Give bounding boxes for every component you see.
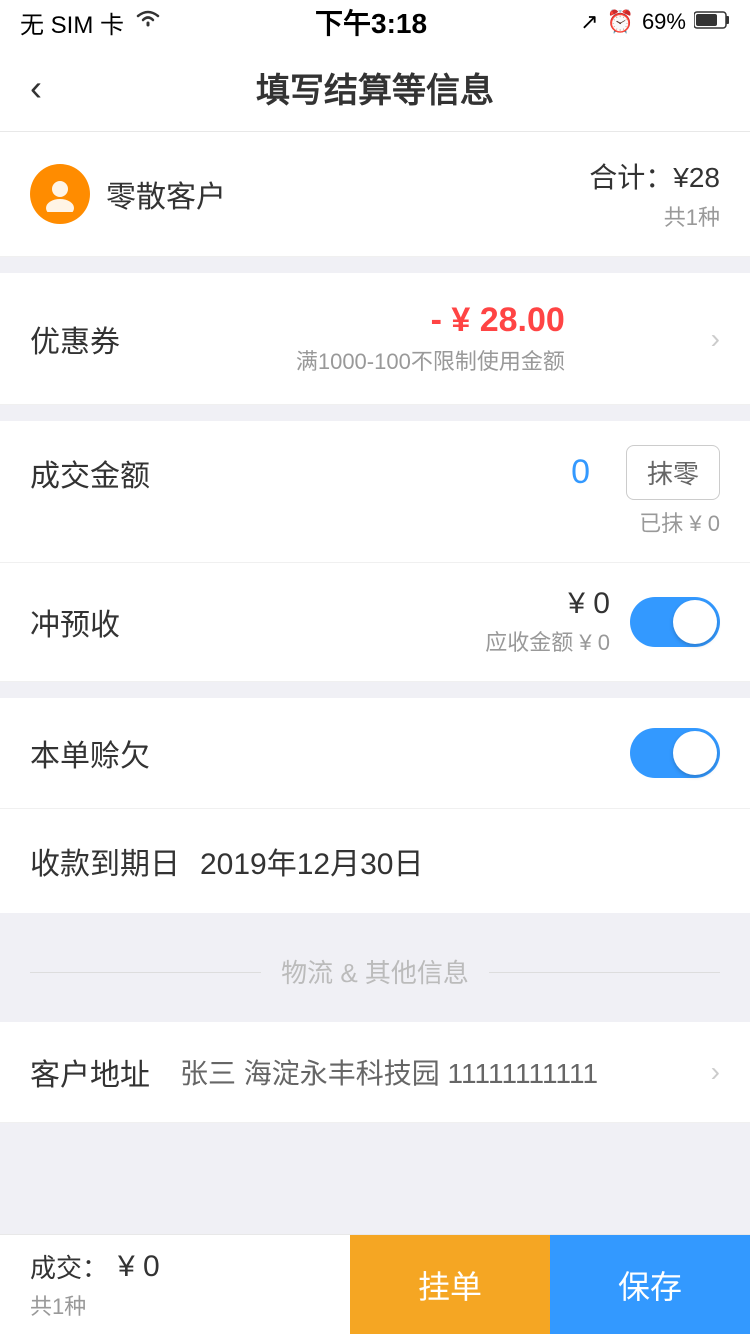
separator-4 [0,913,750,929]
customer-total: 合计：¥28 [589,156,720,196]
debt-toggle-thumb [673,731,717,775]
signal-text: 无 SIM 卡 [20,5,124,40]
status-bar: 无 SIM 卡 下午3:18 ↗ ⏰ 69% [0,0,750,44]
separator-2 [0,405,750,421]
deal-amount-section: 成交金额 0 抹零 已抹 ¥ 0 [0,421,750,563]
prereceive-amount: ¥ 0 [485,587,610,621]
debt-label: 本单赊欠 [30,731,150,775]
address-label: 客户地址 [30,1050,150,1094]
debt-row: 本单赊欠 [0,698,750,809]
debt-toggle[interactable] [630,728,720,778]
separator-3 [0,682,750,698]
erased-label: 已抹 ¥ 0 [639,506,720,538]
wifi-icon [134,8,162,36]
separator-5 [0,1014,750,1022]
address-row[interactable]: 客户地址 张三 海淀永丰科技园 11111111111 › [0,1022,750,1123]
prereceive-row: 冲预收 ¥ 0 应收金额 ¥ 0 [0,563,750,682]
prereceive-amounts: ¥ 0 应收金额 ¥ 0 [485,587,610,657]
battery-icon [694,9,730,35]
bottom-count: 共1种 [30,1289,320,1321]
location-icon: ↗ [580,9,598,35]
toggle-thumb [673,600,717,644]
avatar [30,164,90,224]
due-date-label: 收款到期日 [30,839,180,883]
coupon-row[interactable]: 优惠券 - ¥ 28.00 满1000-100不限制使用金额 › [0,273,750,405]
deal-amount-label: 成交金额 [30,451,150,495]
deal-amount-value[interactable]: 0 [470,453,590,492]
coupon-label: 优惠券 [30,317,150,361]
nav-bar: ‹ 填写结算等信息 [0,44,750,132]
round-zero-button[interactable]: 抹零 [626,445,720,500]
status-left: 无 SIM 卡 [20,5,162,40]
due-date-row: 收款到期日 2019年12月30日 [0,809,750,913]
separator-1 [0,257,750,273]
bottom-deal-row: 成交： ¥ 0 [30,1248,320,1285]
prereceive-label: 冲预收 [30,600,150,644]
deal-row-bottom: 已抹 ¥ 0 [30,506,720,538]
deal-row-top: 成交金额 0 抹零 [30,445,720,500]
customer-count: 共1种 [589,200,720,232]
coupon-info: - ¥ 28.00 满1000-100不限制使用金额 [296,301,565,376]
battery-text: 69% [642,9,686,35]
coupon-discount-amount: - ¥ 28.00 [296,301,565,340]
deal-amount-right: 0 抹零 [150,445,720,500]
chevron-right-icon: › [711,323,720,355]
content: 零散客户 合计：¥28 共1种 优惠券 - ¥ 28.00 满1000-100不… [0,132,750,1243]
back-button[interactable]: ‹ [30,67,42,109]
address-chevron-icon: › [711,1056,720,1088]
bottom-deal-amount: ¥ 0 [118,1250,160,1284]
status-right: ↗ ⏰ 69% [580,9,730,35]
status-time: 下午3:18 [315,2,427,42]
prereceive-toggle[interactable] [630,597,720,647]
prereceive-receivable: 应收金额 ¥ 0 [485,625,610,657]
due-date-value: 2019年12月30日 [200,839,423,883]
bottom-bar: 成交： ¥ 0 共1种 挂单 保存 [0,1234,750,1334]
bottom-info: 成交： ¥ 0 共1种 [0,1248,350,1321]
pending-button[interactable]: 挂单 [350,1235,550,1334]
bottom-deal-label: 成交： [30,1248,108,1285]
coupon-discount-desc: 满1000-100不限制使用金额 [296,344,565,376]
customer-row: 零散客户 合计：¥28 共1种 [0,132,750,257]
customer-name: 零散客户 [106,172,226,216]
logistics-header: 物流 & 其他信息 [0,929,750,1014]
logistics-header-text: 物流 & 其他信息 [261,958,489,988]
prereceive-right: ¥ 0 应收金额 ¥ 0 [485,587,720,657]
address-value: 张三 海淀永丰科技园 11111111111 [180,1052,711,1092]
save-button[interactable]: 保存 [550,1235,750,1334]
page-title: 填写结算等信息 [256,63,494,112]
alarm-icon: ⏰ [607,9,634,35]
customer-left: 零散客户 [30,164,226,224]
customer-info: 合计：¥28 共1种 [589,156,720,232]
